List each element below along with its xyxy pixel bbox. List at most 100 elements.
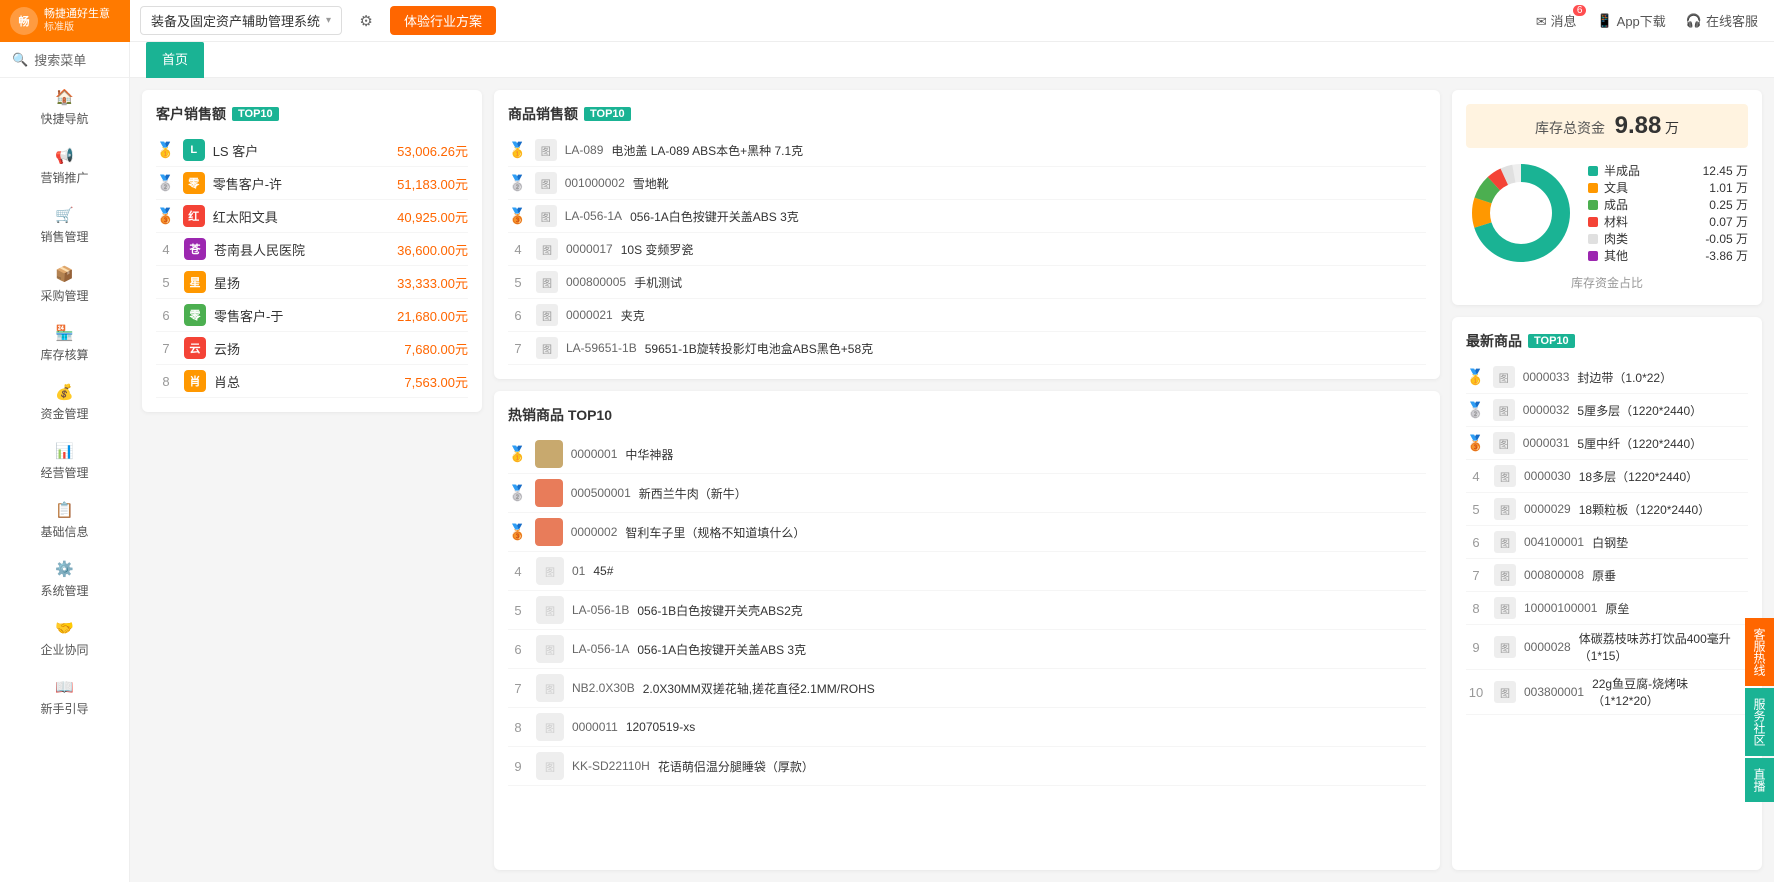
customer-value: 51,183.00元 <box>397 174 468 193</box>
product-name: 59651-1B旋转投影灯电池盒ABS黑色+58克 <box>645 340 873 357</box>
brand-text: 畅捷通好生意 标准版 <box>44 7 110 34</box>
customer-name: 云扬 <box>214 339 396 358</box>
hot-product-row: 🥈 000500001 新西兰牛肉（新牛） <box>508 474 1426 513</box>
customer-name: 苍南县人民医院 <box>214 240 389 259</box>
content-area: 首页 客户销售额 TOP10 🥇 L LS 客户 53,006.26元 🥈 零 … <box>130 42 1774 882</box>
product-sales-card: 商品销售额 TOP10 🥇 图 LA-089 电池盖 LA-089 ABS本色+… <box>494 90 1440 379</box>
notification-btn[interactable]: ✉ 消息 6 <box>1536 11 1577 30</box>
sidebar-item-system[interactable]: ⚙️ 系统管理 <box>0 550 129 609</box>
new-product-code: 003800001 <box>1524 685 1584 699</box>
inventory-icon: 🏪 <box>55 324 74 342</box>
product-name: 056-1A白色按键开关盖ABS 3克 <box>630 208 799 225</box>
new-product-row: 9 图 0000028 体碳荔枝味苏打饮品400毫升（1*15） <box>1466 625 1748 670</box>
sidebar-item-inventory[interactable]: 🏪 库存核算 <box>0 314 129 373</box>
customer-avatar: 零 <box>183 172 205 194</box>
customer-top10-card: 客户销售额 TOP10 🥇 L LS 客户 53,006.26元 🥈 零 零售客… <box>142 90 482 412</box>
hot-product-code: 0000011 <box>572 720 618 734</box>
message-icon: ✉ <box>1536 14 1547 29</box>
hot-product-name: 中华神器 <box>625 446 673 463</box>
float-btn-service[interactable]: 客服热线 <box>1745 618 1774 686</box>
sidebar-item-purchase[interactable]: 📦 采购管理 <box>0 255 129 314</box>
sidebar-item-guide[interactable]: 📖 新手引导 <box>0 668 129 727</box>
sidebar-item-quick-nav[interactable]: 🏠 快捷导航 <box>0 78 129 137</box>
product-img: 图 <box>536 337 558 359</box>
tab-home[interactable]: 首页 <box>146 42 204 78</box>
float-btn-live[interactable]: 直播 <box>1745 758 1774 802</box>
sidebar-item-operations[interactable]: 📊 经营管理 <box>0 432 129 491</box>
legend-name: 文具 <box>1604 179 1703 196</box>
customer-avatar: 云 <box>184 337 206 359</box>
new-product-name: 原垒 <box>1605 600 1748 617</box>
customer-value: 21,680.00元 <box>397 306 468 325</box>
product-sales-title: 商品销售额 TOP10 <box>508 104 1426 124</box>
new-product-name: 5厘多层（1220*2440） <box>1577 402 1748 419</box>
new-product-code: 0000029 <box>1524 502 1571 516</box>
sidebar-item-coop[interactable]: 🤝 企业协同 <box>0 609 129 668</box>
product-code: 000800005 <box>566 275 626 289</box>
legend-item: 材料 0.07 万 <box>1588 213 1748 230</box>
sidebar-item-sales[interactable]: 🛒 销售管理 <box>0 196 129 255</box>
float-buttons: 客服热线 服务社区 直播 <box>1745 618 1774 802</box>
new-product-row: 10 图 003800001 22g鱼豆腐-烧烤味（1*12*20） <box>1466 670 1748 715</box>
customer-avatar: L <box>183 139 205 161</box>
legend-value: 12.45 万 <box>1703 162 1748 179</box>
customer-name: 零售客户-于 <box>214 306 389 325</box>
sidebar-item-base-info[interactable]: 📋 基础信息 <box>0 491 129 550</box>
customer-avatar: 苍 <box>184 238 206 260</box>
product-sales-row: 6 图 0000021 夹克 <box>508 299 1426 332</box>
app-download-btn[interactable]: 📱 App下载 <box>1596 11 1665 30</box>
customer-name: 零售客户-许 <box>213 174 389 193</box>
product-code: LA-056-1A <box>565 209 622 223</box>
sidebar-item-marketing[interactable]: 📢 营销推广 <box>0 137 129 196</box>
new-product-img: 图 <box>1494 498 1516 520</box>
legend-item: 半成品 12.45 万 <box>1588 162 1748 179</box>
legend-name: 其他 <box>1604 247 1699 264</box>
hot-products-list: 🥇 0000001 中华神器 🥈 000500001 新西兰牛肉（新牛） 🥉 0… <box>508 435 1426 786</box>
new-product-img: 图 <box>1493 366 1515 388</box>
new-product-row: 🥉 图 0000031 5厘中纤（1220*2440） <box>1466 427 1748 460</box>
hot-product-code: NB2.0X30B <box>572 681 635 695</box>
hot-product-name: 2.0X30MM双搓花轴,搓花直径2.1MM/ROHS <box>643 680 875 697</box>
new-product-code: 0000028 <box>1524 640 1571 654</box>
system-selector[interactable]: 装备及固定资产辅助管理系统 ▾ <box>140 6 342 35</box>
product-img: 图 <box>536 238 558 260</box>
new-product-name: 18多层（1220*2440） <box>1579 468 1748 485</box>
legend-color-dot <box>1588 217 1598 227</box>
hot-product-name: 056-1B白色按键开关壳ABS2克 <box>637 602 802 619</box>
product-thumbnail: 图 <box>536 674 564 702</box>
product-sales-row: 🥇 图 LA-089 电池盖 LA-089 ABS本色+黑种 7.1克 <box>508 134 1426 167</box>
right-column: 库存总资金 9.88 万 <box>1452 90 1762 870</box>
notification-badge: 6 <box>1573 5 1587 16</box>
customer-avatar: 零 <box>184 304 206 326</box>
hot-product-code: LA-056-1A <box>572 642 629 656</box>
float-btn-community[interactable]: 服务社区 <box>1745 688 1774 756</box>
phone-icon: 📱 <box>1596 13 1612 29</box>
brand-icon: 畅 <box>10 7 38 35</box>
legend-color-dot <box>1588 166 1598 176</box>
settings-icon[interactable]: ⚙ <box>352 7 380 35</box>
new-product-img: 图 <box>1494 564 1516 586</box>
sidebar-search[interactable]: 🔍 搜索菜单 <box>0 42 129 78</box>
search-icon: 🔍 <box>12 52 28 68</box>
hot-product-name: 12070519-xs <box>626 720 695 734</box>
product-thumbnail: 图 <box>536 713 564 741</box>
sales-icon: 🛒 <box>55 206 74 224</box>
sidebar-item-finance[interactable]: 💰 资金管理 <box>0 373 129 432</box>
hot-product-name: 智利车子里（规格不知道填什么） <box>625 524 805 541</box>
customer-rank-row: 7 云 云扬 7,680.00元 <box>156 332 468 365</box>
new-product-code: 004100001 <box>1524 535 1584 549</box>
hot-product-code: 000500001 <box>571 486 631 500</box>
hot-product-code: 0000001 <box>571 447 618 461</box>
new-product-img: 图 <box>1494 636 1516 658</box>
customer-value: 53,006.26元 <box>397 141 468 160</box>
hot-products-card: 热销商品 TOP10 🥇 0000001 中华神器 🥈 000500001 新西… <box>494 391 1440 870</box>
new-products-list: 🥇 图 0000033 封边带（1.0*22） 🥈 图 0000032 5厘多层… <box>1466 361 1748 715</box>
legend-item: 肉类 -0.05 万 <box>1588 230 1748 247</box>
online-service-btn[interactable]: 🎧 在线客服 <box>1686 11 1758 30</box>
new-product-name: 原垂 <box>1592 567 1748 584</box>
hot-product-row: 4 图 01 45# <box>508 552 1426 591</box>
base-info-icon: 📋 <box>55 501 74 519</box>
legend-name: 成品 <box>1604 196 1703 213</box>
trial-button[interactable]: 体验行业方案 <box>390 6 496 35</box>
new-product-img: 图 <box>1494 531 1516 553</box>
